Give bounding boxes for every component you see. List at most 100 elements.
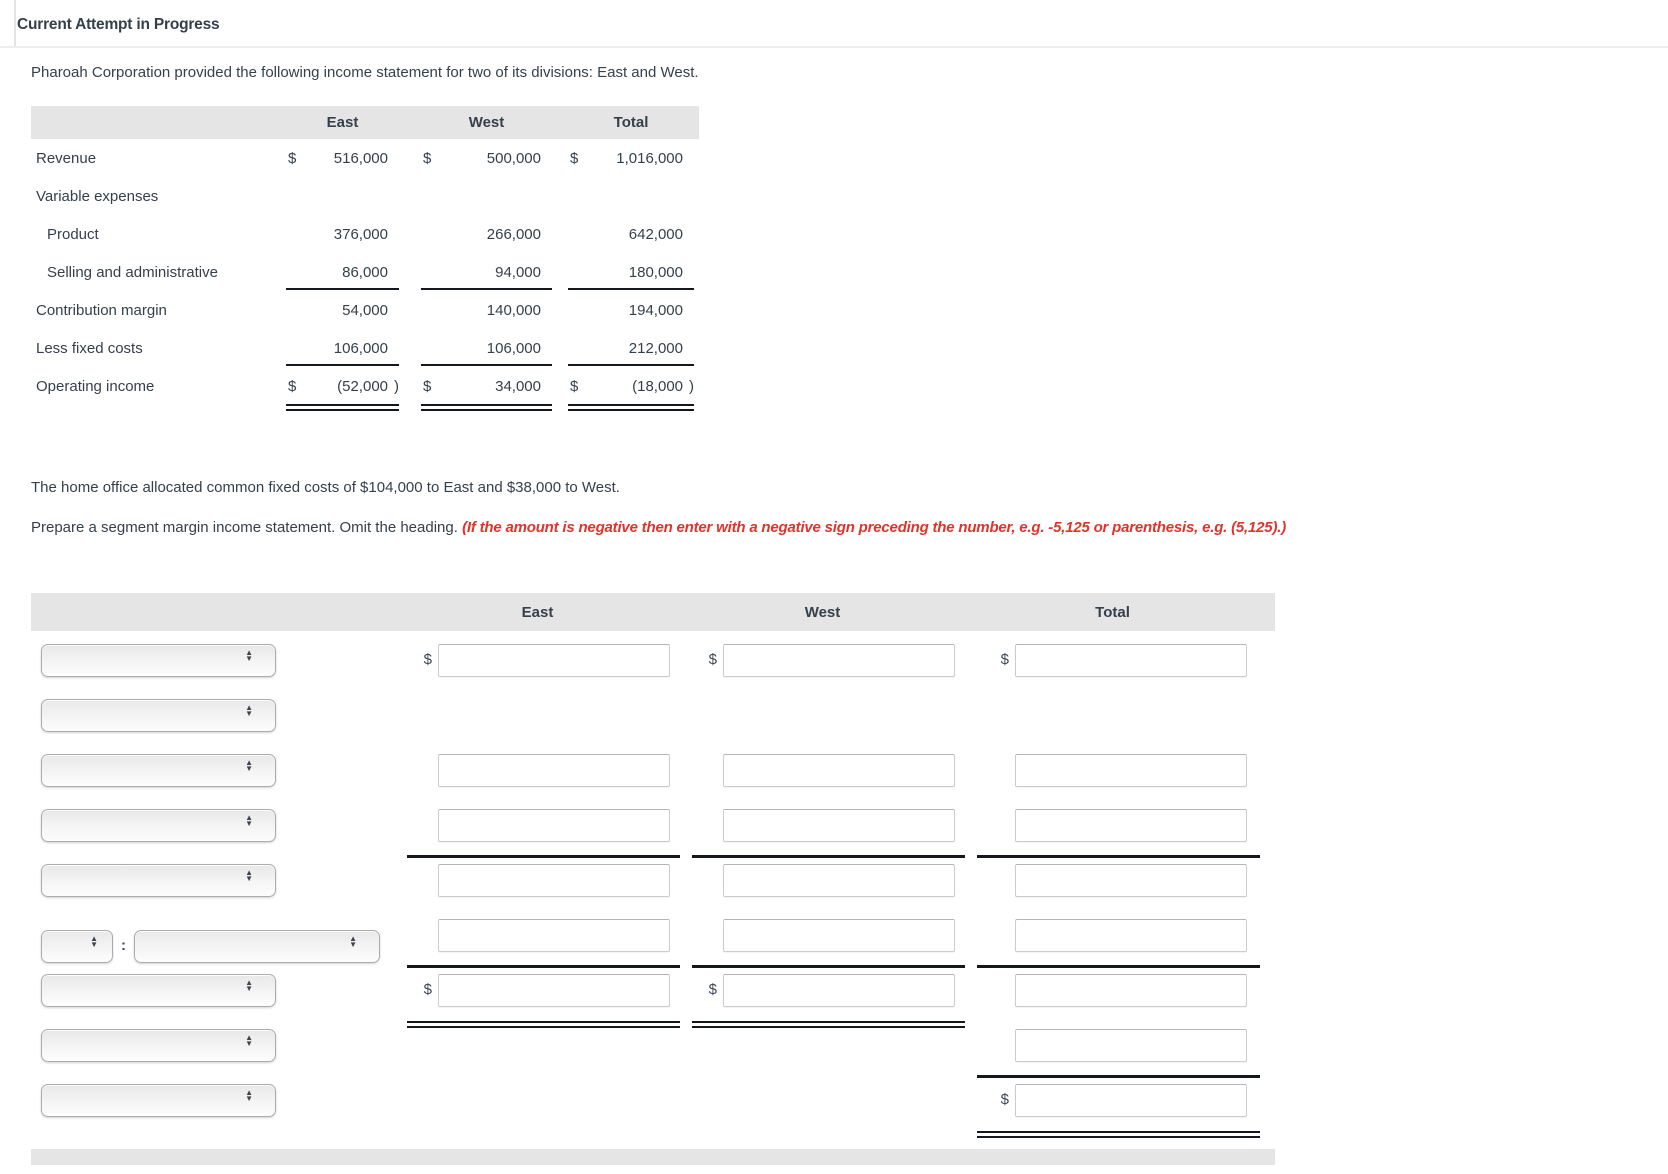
sum-rule [977, 965, 1260, 968]
answer-row-5: ▲ ▼ [31, 864, 1275, 919]
cell-value: 106,000 [486, 339, 541, 357]
row-label: Revenue [36, 149, 97, 167]
answer-row-2: ▲ ▼ [31, 699, 1275, 754]
table-row-operating-income: Operating income $ (52,000) $34,000 $ (18,… [31, 367, 699, 411]
row3-west-input[interactable] [723, 754, 955, 787]
panel-left-border [14, 0, 16, 46]
row-label: Contribution margin [36, 301, 167, 319]
row5-total-input[interactable] [1015, 864, 1247, 897]
table-row-revenue: Revenue $516,000 $500,000 $1,016,000 [31, 139, 699, 177]
row1-west-input[interactable] [723, 644, 955, 677]
dollar-sign: $ [288, 149, 297, 167]
instruction-emphasis: (If the amount is negative then enter wi… [462, 519, 1286, 536]
dollar-sign: $ [708, 651, 717, 668]
row3-east-input[interactable] [438, 754, 670, 787]
row1-total-input[interactable] [1015, 644, 1247, 677]
page-title: Current Attempt in Progress [17, 16, 220, 33]
row6-east-input[interactable] [438, 919, 670, 952]
cell-value: 376,000 [333, 225, 388, 243]
cell-value: 86,000 [342, 263, 388, 281]
row7-east-input[interactable] [438, 974, 670, 1007]
row4-east-input[interactable] [438, 809, 670, 842]
table-row-less-fixed-costs: Less fixed costs 106,000 106,000 212,000 [31, 329, 699, 367]
cell-value: 1,016,000 [616, 149, 683, 167]
cell-value: 54,000 [342, 301, 388, 319]
sum-rule [421, 364, 552, 366]
income-cell: $34,000 [421, 367, 552, 411]
select-arrows-icon: ▲ ▼ [245, 648, 253, 663]
dollar-sign: $ [423, 377, 432, 395]
cell-value: 140,000 [486, 301, 541, 319]
cell-value: 180,000 [628, 263, 683, 281]
cell-value: (18,000 [632, 377, 683, 395]
row7-west-input[interactable] [723, 974, 955, 1007]
income-table-header: East West Total [31, 106, 699, 139]
row6-total-input[interactable] [1015, 919, 1247, 952]
answer-row-8: ▲ ▼ [31, 1029, 1275, 1084]
cell-value: 34,000 [495, 377, 541, 395]
colon-separator: : [121, 937, 126, 954]
sum-rule [692, 965, 965, 968]
sum-rule [286, 364, 399, 366]
select-arrows-icon: ▲ ▼ [245, 813, 253, 828]
income-cell: $500,000 [421, 139, 552, 177]
cell-value: 516,000 [333, 149, 388, 167]
select-arrows-icon: ▲ ▼ [245, 703, 253, 718]
row6-west-input[interactable] [723, 919, 955, 952]
row5-line-item-select[interactable]: ▲ ▼ [41, 864, 276, 897]
select-arrows-icon: ▲ ▼ [245, 978, 253, 993]
sum-rule [692, 855, 965, 858]
cell-value: 266,000 [486, 225, 541, 243]
section-divider [0, 46, 1668, 48]
row7-line-item-select[interactable]: ▲ ▼ [41, 974, 276, 1007]
cell-value: 500,000 [486, 149, 541, 167]
row1-east-input[interactable] [438, 644, 670, 677]
row3-line-item-select[interactable]: ▲ ▼ [41, 754, 276, 787]
sum-rule [407, 855, 680, 858]
row4-west-input[interactable] [723, 809, 955, 842]
row6-select-b[interactable]: ▲ ▼ [134, 930, 380, 963]
row5-east-input[interactable] [438, 864, 670, 897]
income-cell: 642,000 [568, 215, 694, 253]
row7-total-input[interactable] [1015, 974, 1247, 1007]
income-cell: 180,000 [568, 253, 694, 291]
income-cell: 86,000 [286, 253, 399, 291]
problem-intro: Pharoah Corporation provided the followi… [31, 64, 699, 81]
row4-total-input[interactable] [1015, 809, 1247, 842]
cell-value: 106,000 [333, 339, 388, 357]
row5-west-input[interactable] [723, 864, 955, 897]
income-col-total: Total [613, 114, 649, 131]
dollar-sign: $ [423, 651, 432, 668]
row9-line-item-select[interactable]: ▲ ▼ [41, 1084, 276, 1117]
row-label: Operating income [36, 377, 155, 395]
row8-total-input[interactable] [1015, 1029, 1247, 1062]
income-cell: 212,000 [568, 329, 694, 367]
row8-line-item-select[interactable]: ▲ ▼ [41, 1029, 276, 1062]
row1-line-item-select[interactable]: ▲ ▼ [41, 644, 276, 677]
income-cell: $1,016,000 [568, 139, 694, 177]
row6-select-a[interactable]: ▲ ▼ [41, 930, 113, 963]
row9-total-input[interactable] [1015, 1084, 1247, 1117]
paren-close: ) [689, 377, 694, 395]
answer-table-header: East West Total [31, 593, 1275, 631]
answer-rows: ▲ ▼ $ $ $ ▲ ▼ ▲ ▼ ▲ ▼ ▲ ▼ ▲ ▼: ▲ ▼ ▲ ▼ … [31, 631, 1275, 1139]
row2-line-item-select[interactable]: ▲ ▼ [41, 699, 276, 732]
sum-rule [286, 288, 399, 290]
income-cell: $ (52,000) [286, 367, 399, 411]
income-cell: 94,000 [421, 253, 552, 291]
row3-total-input[interactable] [1015, 754, 1247, 787]
row4-line-item-select[interactable]: ▲ ▼ [41, 809, 276, 842]
answer-row-3: ▲ ▼ [31, 754, 1275, 809]
income-cell: 54,000 [286, 291, 399, 329]
income-cell: 194,000 [568, 291, 694, 329]
home-office-note: The home office allocated common fixed c… [31, 479, 620, 496]
row-label: Selling and administrative [47, 263, 218, 281]
table-row-selling-admin: Selling and administrative 86,000 94,000… [31, 253, 699, 291]
cell-value: 642,000 [628, 225, 683, 243]
row-label: Product [47, 225, 99, 243]
total-double-rule [568, 404, 694, 411]
total-double-rule [421, 404, 552, 411]
dollar-sign: $ [570, 377, 579, 395]
total-double-rule [286, 404, 399, 411]
income-col-east: East [326, 114, 359, 131]
